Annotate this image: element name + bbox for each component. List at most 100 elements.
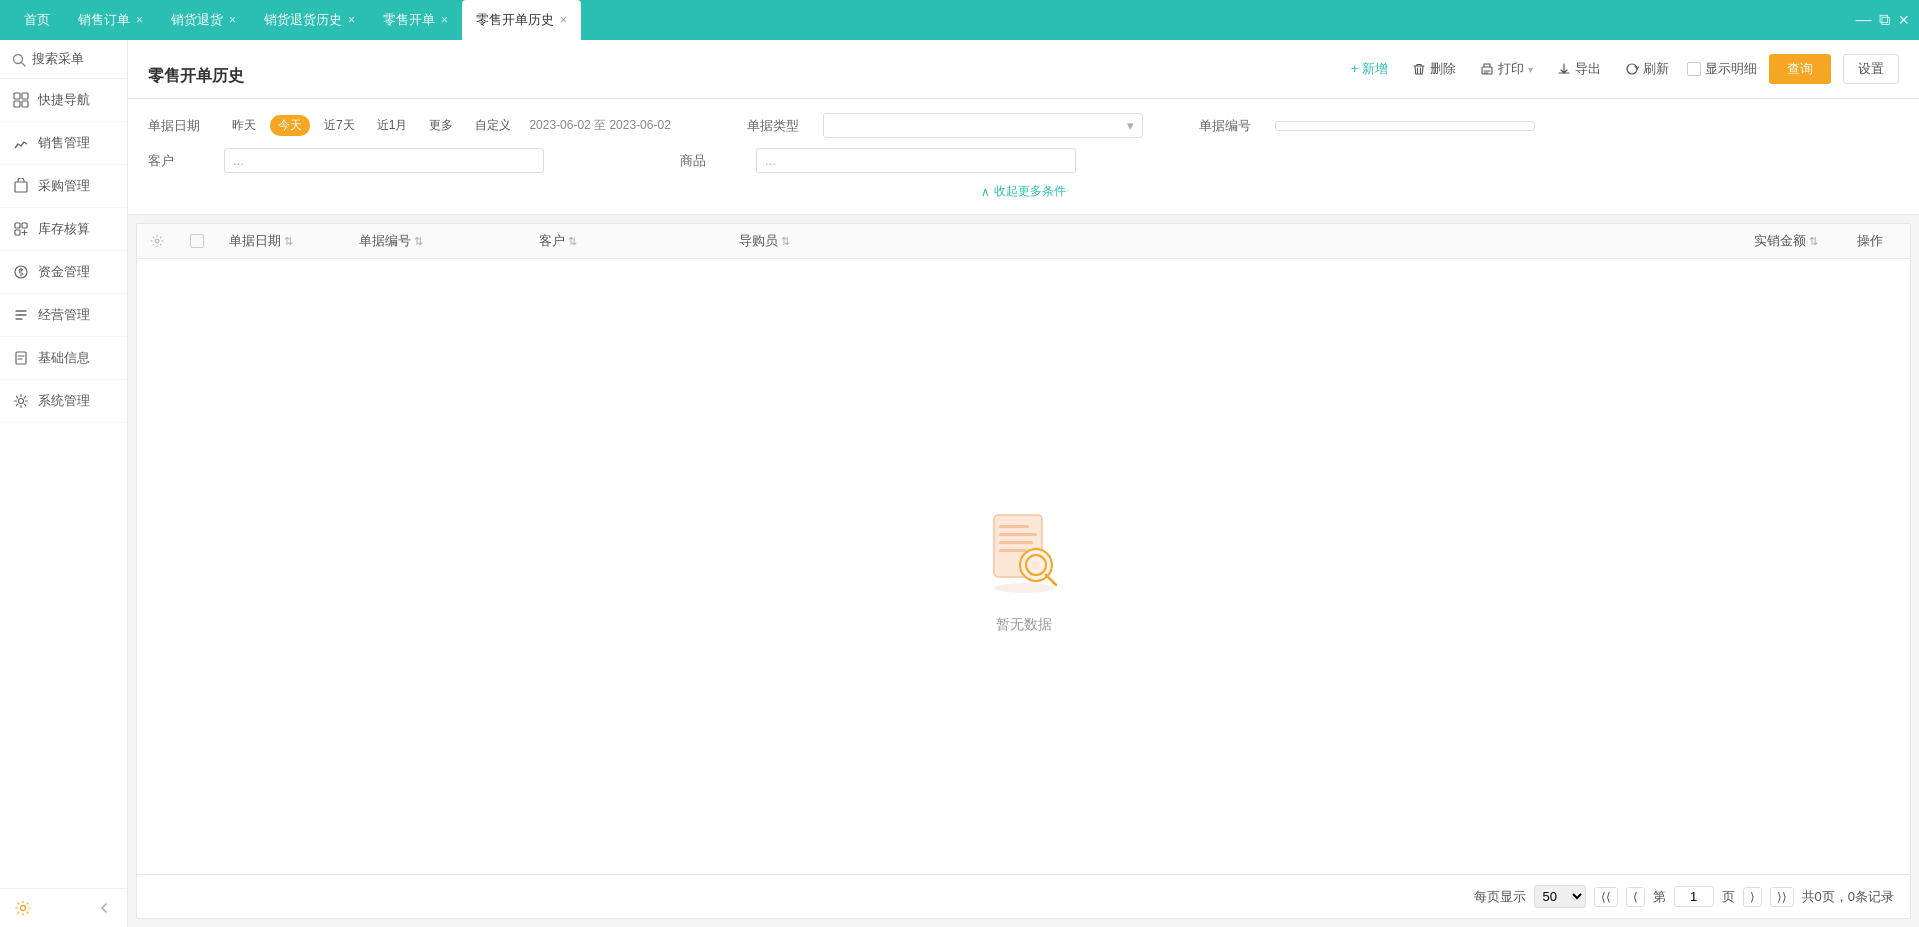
restore-btn[interactable]: ⧉ bbox=[1879, 11, 1890, 29]
page-next-btn[interactable]: ⟩ bbox=[1743, 887, 1762, 907]
svg-rect-5 bbox=[22, 101, 28, 107]
date-opt-today[interactable]: 今天 bbox=[270, 115, 310, 136]
page-number-input[interactable] bbox=[1674, 886, 1714, 907]
refresh-button[interactable]: 刷新 bbox=[1619, 56, 1675, 82]
svg-rect-6 bbox=[15, 182, 27, 192]
page-first-btn[interactable]: ⟨⟨ bbox=[1594, 887, 1618, 907]
date-filter-label: 单据日期 bbox=[148, 117, 208, 135]
svg-point-13 bbox=[21, 906, 26, 911]
sidebar-item-purchase-mgmt[interactable]: 采购管理 bbox=[0, 165, 127, 208]
settings-gear-icon[interactable] bbox=[14, 899, 32, 917]
tab-sales-order-close[interactable]: × bbox=[136, 13, 143, 27]
goods-ellipsis: ... bbox=[765, 153, 776, 168]
inventory-icon bbox=[12, 220, 30, 238]
sidebar-item-system-mgmt[interactable]: 系统管理 bbox=[0, 380, 127, 423]
sidebar-collapse-icon[interactable] bbox=[95, 899, 113, 917]
tab-sales-return[interactable]: 销货退货 × bbox=[157, 0, 250, 40]
export-label: 导出 bbox=[1575, 60, 1601, 78]
tab-home[interactable]: 首页 bbox=[10, 0, 64, 40]
delete-button[interactable]: 删除 bbox=[1406, 56, 1462, 82]
th-amount-sort: ⇅ bbox=[1809, 235, 1818, 248]
pagination: 每页显示 10 20 50 100 ⟨⟨ ⟨ 第 页 ⟩ ⟩⟩ 共0页，0条记录 bbox=[137, 874, 1910, 918]
sidebar-item-quick-nav-label: 快捷导航 bbox=[38, 91, 90, 109]
svg-line-1 bbox=[22, 62, 26, 66]
svg-rect-8 bbox=[22, 223, 27, 228]
header-checkbox bbox=[190, 234, 204, 248]
query-button[interactable]: 查询 bbox=[1769, 54, 1831, 84]
th-date[interactable]: 单据日期 ⇅ bbox=[217, 232, 347, 250]
sidebar-item-basic-info[interactable]: 基础信息 bbox=[0, 337, 127, 380]
print-label: 打印 bbox=[1498, 60, 1524, 78]
num-filter-input[interactable] bbox=[1275, 121, 1535, 131]
svg-point-15 bbox=[155, 239, 159, 243]
goods-filter-label: 商品 bbox=[680, 152, 740, 170]
th-guide-sort: ⇅ bbox=[781, 235, 790, 248]
home-tab-label: 首页 bbox=[24, 11, 50, 29]
export-button[interactable]: 导出 bbox=[1551, 56, 1607, 82]
tab-retail-open-history-close[interactable]: × bbox=[560, 13, 567, 27]
add-button[interactable]: + 新增 bbox=[1345, 56, 1394, 82]
th-customer[interactable]: 客户 ⇅ bbox=[527, 232, 727, 250]
sidebar-item-ops-mgmt[interactable]: 经营管理 bbox=[0, 294, 127, 337]
tab-retail-open-history[interactable]: 零售开单历史 × bbox=[462, 0, 581, 40]
sidebar-search[interactable]: 搜索采单 bbox=[0, 40, 127, 79]
setting-button[interactable]: 设置 bbox=[1843, 54, 1899, 84]
th-num-label: 单据编号 bbox=[359, 232, 411, 250]
tab-retail-open-close[interactable]: × bbox=[441, 13, 448, 27]
customer-filter-input[interactable]: ... bbox=[224, 148, 544, 173]
th-amount[interactable]: 实销金额 ⇅ bbox=[1710, 232, 1830, 250]
th-guide[interactable]: 导购员 ⇅ bbox=[727, 232, 857, 250]
th-customer-label: 客户 bbox=[539, 232, 565, 250]
tab-retail-open-history-label: 零售开单历史 bbox=[476, 11, 554, 29]
th-check[interactable] bbox=[177, 234, 217, 248]
tab-sales-return-history[interactable]: 销货退货历史 × bbox=[250, 0, 369, 40]
per-page-select[interactable]: 10 20 50 100 bbox=[1534, 885, 1586, 908]
display-detail-checkbox[interactable]: 显示明细 bbox=[1687, 60, 1757, 78]
sidebar-item-quick-nav[interactable]: 快捷导航 bbox=[0, 79, 127, 122]
sidebar-item-inventory[interactable]: 库存核算 bbox=[0, 208, 127, 251]
date-range-display: 2023-06-02 至 2023-06-02 bbox=[529, 117, 670, 134]
svg-point-12 bbox=[19, 399, 24, 404]
refresh-label: 刷新 bbox=[1643, 60, 1669, 78]
goods-filter-input[interactable]: ... bbox=[756, 148, 1076, 173]
th-amount-label: 实销金额 bbox=[1754, 232, 1806, 250]
th-num[interactable]: 单据编号 ⇅ bbox=[347, 232, 527, 250]
basic-info-icon bbox=[12, 349, 30, 367]
sidebar-item-finance-mgmt-label: 资金管理 bbox=[38, 263, 90, 281]
purchase-mgmt-icon bbox=[12, 177, 30, 195]
tab-sales-return-label: 销货退货 bbox=[171, 11, 223, 29]
svg-rect-20 bbox=[999, 541, 1033, 544]
empty-text: 暂无数据 bbox=[996, 616, 1052, 634]
filter-row-2: 客户 ... 商品 ... bbox=[148, 148, 1899, 173]
sidebar: 搜索采单 快捷导航 销售管理 bbox=[0, 40, 128, 927]
date-opt-yesterday[interactable]: 昨天 bbox=[224, 115, 264, 136]
th-settings[interactable] bbox=[137, 234, 177, 248]
page-last-btn[interactable]: ⟩⟩ bbox=[1770, 887, 1794, 907]
sidebar-bottom bbox=[0, 888, 127, 927]
page-prev-btn[interactable]: ⟨ bbox=[1626, 887, 1645, 907]
print-dropdown-icon: ▾ bbox=[1528, 64, 1533, 75]
tab-sales-order[interactable]: 销售订单 × bbox=[64, 0, 157, 40]
date-opt-7days[interactable]: 近7天 bbox=[316, 115, 363, 136]
collapse-bar[interactable]: ∧ 收起更多条件 bbox=[148, 183, 1899, 200]
sidebar-item-sales-mgmt[interactable]: 销售管理 bbox=[0, 122, 127, 165]
svg-rect-2 bbox=[14, 93, 20, 99]
tab-sales-return-history-close[interactable]: × bbox=[348, 13, 355, 27]
date-opt-more[interactable]: 更多 bbox=[421, 115, 461, 136]
minimize-btn[interactable]: — bbox=[1855, 11, 1871, 29]
svg-rect-7 bbox=[15, 223, 20, 228]
th-num-sort: ⇅ bbox=[414, 235, 423, 248]
tab-sales-order-label: 销售订单 bbox=[78, 11, 130, 29]
tab-sales-return-close[interactable]: × bbox=[229, 13, 236, 27]
date-opt-custom[interactable]: 自定义 bbox=[467, 115, 519, 136]
sidebar-item-ops-mgmt-label: 经营管理 bbox=[38, 306, 90, 324]
ops-mgmt-icon bbox=[12, 306, 30, 324]
th-action-label: 操作 bbox=[1857, 232, 1883, 250]
date-opt-1month[interactable]: 近1月 bbox=[369, 115, 416, 136]
tab-retail-open[interactable]: 零售开单 × bbox=[369, 0, 462, 40]
filter-row-1: 单据日期 昨天 今天 近7天 近1月 更多 自定义 2023-06-02 至 2… bbox=[148, 113, 1899, 138]
type-filter-select[interactable]: ▾ bbox=[823, 113, 1143, 138]
sidebar-item-finance-mgmt[interactable]: 资金管理 bbox=[0, 251, 127, 294]
close-btn[interactable]: × bbox=[1898, 10, 1909, 31]
print-button[interactable]: 打印 ▾ bbox=[1474, 56, 1539, 82]
